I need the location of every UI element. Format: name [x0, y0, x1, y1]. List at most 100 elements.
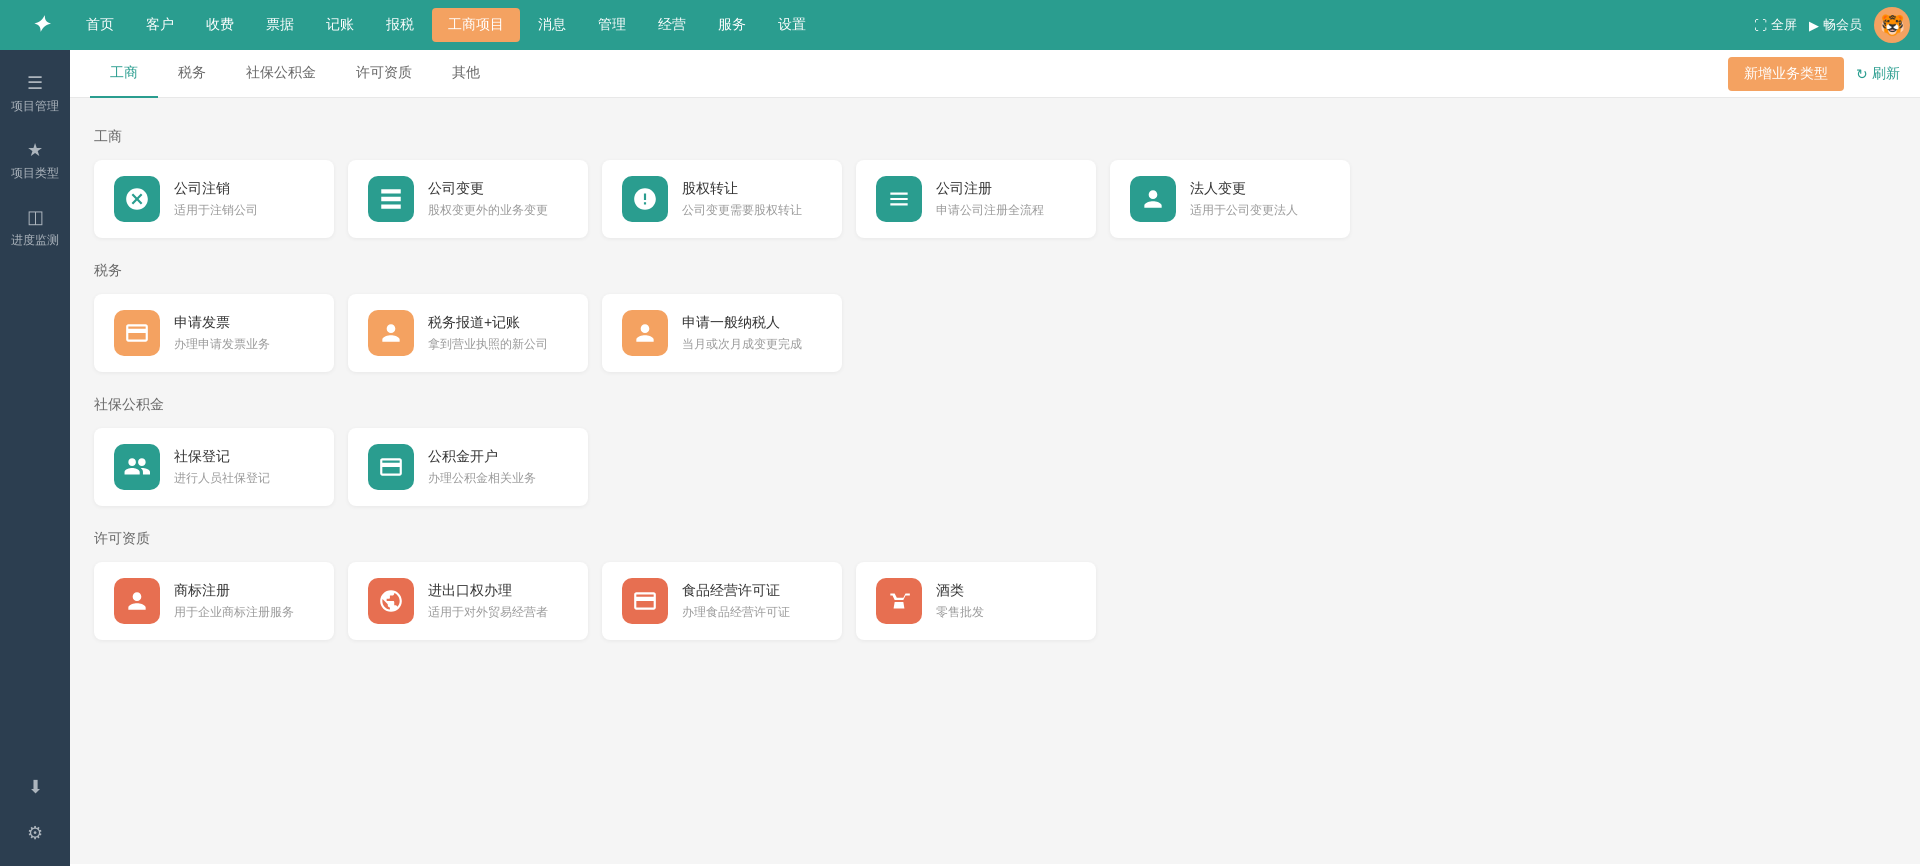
sidebar-item-gear[interactable]: ⚙ [0, 810, 70, 856]
card-name-company-register: 公司注册 [936, 180, 1044, 198]
tab-tax[interactable]: 税务 [158, 50, 226, 98]
card-desc-alcohol: 零售批发 [936, 604, 984, 621]
card-name-company-change: 公司变更 [428, 180, 548, 198]
nav-tax[interactable]: 报税 [370, 0, 430, 50]
card-info-apply-invoice: 申请发票 办理申请发票业务 [174, 314, 270, 353]
card-desc-company-cancel: 适用于注销公司 [174, 202, 258, 219]
vip-btn[interactable]: ▶ 畅会员 [1809, 16, 1862, 34]
app-logo: ✦ [10, 12, 70, 38]
tab-other[interactable]: 其他 [432, 50, 500, 98]
card-desc-trademark: 用于企业商标注册服务 [174, 604, 294, 621]
fullscreen-btn[interactable]: ⛶ 全屏 [1754, 16, 1797, 34]
download-icon: ⬇ [28, 776, 43, 798]
nav-fee[interactable]: 收费 [190, 0, 250, 50]
refresh-button[interactable]: ↻ 刷新 [1856, 65, 1900, 83]
card-name-general-taxpayer: 申请一般纳税人 [682, 314, 802, 332]
card-legal-change[interactable]: 法人变更 适用于公司变更法人 [1110, 160, 1350, 238]
section-title-social: 社保公积金 [94, 396, 1896, 414]
card-import-export[interactable]: 进出口权办理 适用于对外贸易经营者 [348, 562, 588, 640]
left-sidebar: ☰ 项目管理 ★ 项目类型 ◫ 进度监测 ⬇ ⚙ [0, 50, 70, 866]
card-info-social-register: 社保登记 进行人员社保登记 [174, 448, 270, 487]
card-icon-company-change [368, 176, 414, 222]
card-food-permit[interactable]: 食品经营许可证 办理食品经营许可证 [602, 562, 842, 640]
card-name-tax-report: 税务报道+记账 [428, 314, 548, 332]
sidebar-item-project-management[interactable]: ☰ 项目管理 [0, 60, 70, 127]
monitor-icon: ◫ [27, 206, 44, 228]
card-name-provident-fund: 公积金开户 [428, 448, 536, 466]
section-tax: 税务 申请发票 办理申请发票业务 [94, 262, 1896, 372]
add-business-type-button[interactable]: 新增业务类型 [1728, 57, 1844, 91]
card-equity-transfer[interactable]: 股权转让 公司变更需要股权转让 [602, 160, 842, 238]
card-icon-food-permit [622, 578, 668, 624]
user-avatar[interactable]: 🐯 [1874, 7, 1910, 43]
card-icon-provident-fund [368, 444, 414, 490]
tab-social-insurance[interactable]: 社保公积金 [226, 50, 336, 98]
card-general-taxpayer[interactable]: 申请一般纳税人 当月或次月成变更完成 [602, 294, 842, 372]
sidebar-item-progress[interactable]: ◫ 进度监测 [0, 194, 70, 261]
card-info-general-taxpayer: 申请一般纳税人 当月或次月成变更完成 [682, 314, 802, 353]
card-provident-fund[interactable]: 公积金开户 办理公积金相关业务 [348, 428, 588, 506]
nav-industrial[interactable]: 工商项目 [432, 8, 520, 42]
card-company-register[interactable]: 公司注册 申请公司注册全流程 [856, 160, 1096, 238]
nav-home[interactable]: 首页 [70, 0, 130, 50]
section-social-insurance: 社保公积金 社保登记 进行人员社保登记 [94, 396, 1896, 506]
card-icon-company-register [876, 176, 922, 222]
tab-bar: 工商 税务 社保公积金 许可资质 其他 新增业务类型 ↻ 刷新 [70, 50, 1920, 98]
section-qualification: 许可资质 商标注册 用于企业商标注册服务 [94, 530, 1896, 640]
card-grid-tax: 申请发票 办理申请发票业务 税务报道+记账 拿到营业执照的新公司 [94, 294, 1896, 372]
card-icon-legal-change [1130, 176, 1176, 222]
nav-settings[interactable]: 设置 [762, 0, 822, 50]
card-desc-apply-invoice: 办理申请发票业务 [174, 336, 270, 353]
card-desc-import-export: 适用于对外贸易经营者 [428, 604, 548, 621]
card-info-import-export: 进出口权办理 适用于对外贸易经营者 [428, 582, 548, 621]
section-title-tax: 税务 [94, 262, 1896, 280]
card-name-social-register: 社保登记 [174, 448, 270, 466]
card-info-food-permit: 食品经营许可证 办理食品经营许可证 [682, 582, 790, 621]
card-grid-social: 社保登记 进行人员社保登记 公积金开户 办理公积金相关业务 [94, 428, 1896, 506]
card-info-provident-fund: 公积金开户 办理公积金相关业务 [428, 448, 536, 487]
card-info-legal-change: 法人变更 适用于公司变更法人 [1190, 180, 1298, 219]
tab-industrial[interactable]: 工商 [90, 50, 158, 98]
card-icon-social-register [114, 444, 160, 490]
nav-accounting[interactable]: 记账 [310, 0, 370, 50]
card-grid-industrial: 公司注销 适用于注销公司 公司变更 股权变更外的业务变更 [94, 160, 1896, 238]
card-info-alcohol: 酒类 零售批发 [936, 582, 984, 621]
card-name-import-export: 进出口权办理 [428, 582, 548, 600]
list-icon: ☰ [27, 72, 43, 94]
card-icon-apply-invoice [114, 310, 160, 356]
card-desc-provident-fund: 办理公积金相关业务 [428, 470, 536, 487]
card-grid-qualification: 商标注册 用于企业商标注册服务 进出口权办理 适用于对外贸易经营者 [94, 562, 1896, 640]
card-desc-tax-report: 拿到营业执照的新公司 [428, 336, 548, 353]
nav-menu: 首页 客户 收费 票据 记账 报税 工商项目 消息 管理 经营 服务 设置 [70, 0, 1754, 50]
card-tax-report[interactable]: 税务报道+记账 拿到营业执照的新公司 [348, 294, 588, 372]
content-area: 工商 公司注销 适用于注销公司 [70, 98, 1920, 864]
card-social-register[interactable]: 社保登记 进行人员社保登记 [94, 428, 334, 506]
card-desc-social-register: 进行人员社保登记 [174, 470, 270, 487]
nav-invoice[interactable]: 票据 [250, 0, 310, 50]
card-info-company-cancel: 公司注销 适用于注销公司 [174, 180, 258, 219]
nav-customer[interactable]: 客户 [130, 0, 190, 50]
card-company-change[interactable]: 公司变更 股权变更外的业务变更 [348, 160, 588, 238]
tab-qualification[interactable]: 许可资质 [336, 50, 432, 98]
card-name-legal-change: 法人变更 [1190, 180, 1298, 198]
card-name-apply-invoice: 申请发票 [174, 314, 270, 332]
nav-management[interactable]: 管理 [582, 0, 642, 50]
main-content: 工商 税务 社保公积金 许可资质 其他 新增业务类型 ↻ 刷新 工商 [70, 50, 1920, 866]
card-icon-trademark [114, 578, 160, 624]
card-icon-equity-transfer [622, 176, 668, 222]
card-info-trademark: 商标注册 用于企业商标注册服务 [174, 582, 294, 621]
nav-operation[interactable]: 经营 [642, 0, 702, 50]
card-apply-invoice[interactable]: 申请发票 办理申请发票业务 [94, 294, 334, 372]
card-alcohol[interactable]: 酒类 零售批发 [856, 562, 1096, 640]
nav-message[interactable]: 消息 [522, 0, 582, 50]
card-trademark[interactable]: 商标注册 用于企业商标注册服务 [94, 562, 334, 640]
sidebar-item-project-type[interactable]: ★ 项目类型 [0, 127, 70, 194]
card-icon-general-taxpayer [622, 310, 668, 356]
card-icon-company-cancel [114, 176, 160, 222]
nav-service[interactable]: 服务 [702, 0, 762, 50]
sidebar-item-download[interactable]: ⬇ [0, 764, 70, 810]
section-title-industrial: 工商 [94, 128, 1896, 146]
card-company-cancel[interactable]: 公司注销 适用于注销公司 [94, 160, 334, 238]
tab-actions: 新增业务类型 ↻ 刷新 [1728, 57, 1900, 91]
card-desc-legal-change: 适用于公司变更法人 [1190, 202, 1298, 219]
